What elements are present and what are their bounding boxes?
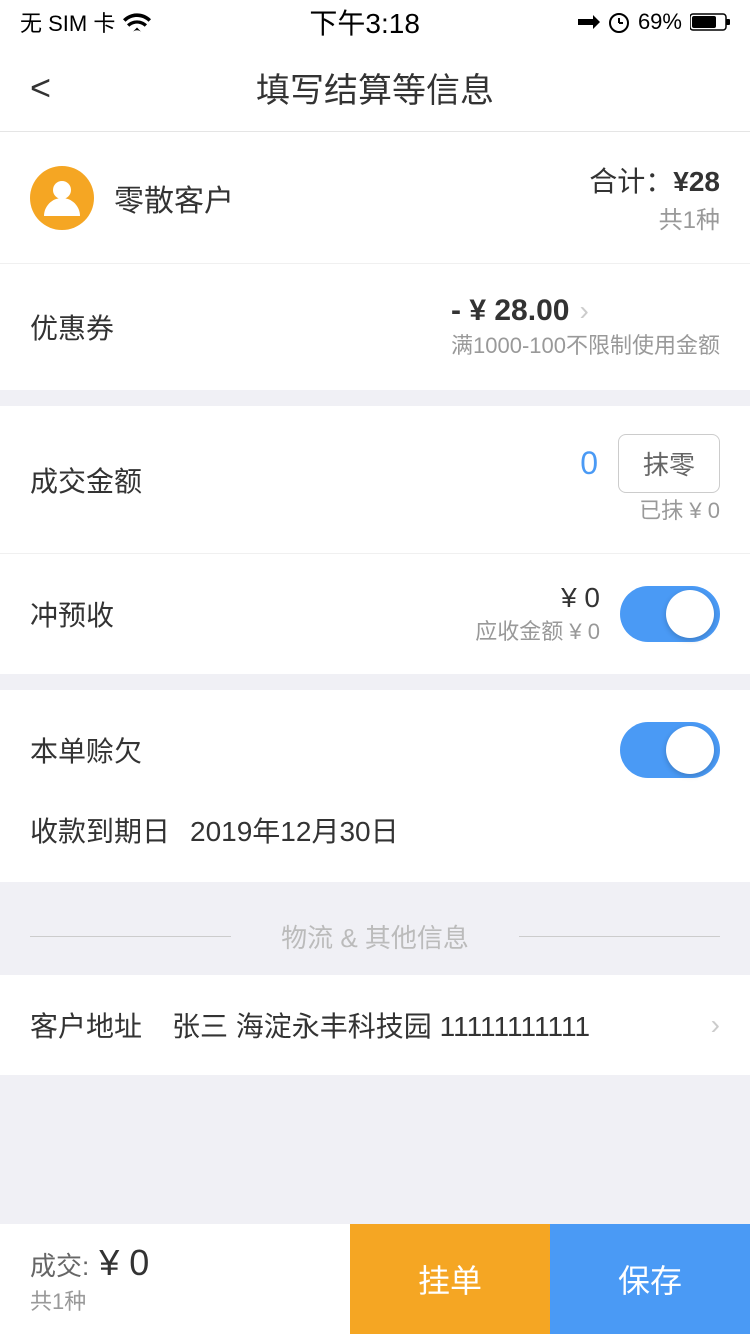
coupon-label: 优惠券 (30, 307, 114, 347)
bottom-info: 成交: ¥ 0 共1种 (0, 1242, 350, 1316)
total-count: 共1种 (589, 200, 720, 235)
offset-label: 冲预收 (30, 594, 114, 634)
alarm-icon (608, 11, 630, 33)
chevron-right-icon: › (579, 295, 588, 327)
debt-section: 本单赊欠 收款到期日 2019年12月30日 (0, 690, 750, 882)
divider-line-left (30, 936, 231, 937)
page-title: 填写结算等信息 (256, 63, 494, 112)
transaction-row: 成交金额 0 抹零 已抹 ¥ 0 (0, 406, 750, 554)
back-button[interactable]: < (30, 67, 51, 109)
customer-avatar (30, 166, 94, 230)
total-display: 合计：¥28 (589, 160, 720, 200)
toggle-knob (666, 590, 714, 638)
transaction-section: 成交金额 0 抹零 已抹 ¥ 0 冲预收 ¥ 0 应收金额 ¥ 0 (0, 406, 750, 674)
debt-toggle[interactable] (620, 722, 720, 778)
divider-line-right (519, 936, 720, 937)
logistics-divider: 物流 & 其他信息 (0, 898, 750, 975)
due-date-value: 2019年12月30日 (190, 810, 399, 850)
debt-toggle-knob (666, 726, 714, 774)
offset-sub: 应收金额 ¥ 0 (475, 614, 600, 646)
offset-row: 冲预收 ¥ 0 应收金额 ¥ 0 (0, 554, 750, 674)
save-button[interactable]: 保存 (550, 1224, 750, 1334)
offset-right: ¥ 0 应收金额 ¥ 0 (475, 582, 720, 646)
status-bar-time: 下午3:18 (309, 2, 420, 42)
person-icon (40, 176, 84, 220)
customer-section: 零散客户 合计：¥28 共1种 优惠券 - ¥ 28.00 › 满1000-10… (0, 132, 750, 390)
status-bar-right: 69% (578, 9, 730, 35)
content-area: 零散客户 合计：¥28 共1种 优惠券 - ¥ 28.00 › 满1000-10… (0, 132, 750, 1221)
logistics-label: 物流 & 其他信息 (281, 918, 469, 955)
bottom-count: 共1种 (30, 1284, 320, 1316)
bottom-bar: 成交: ¥ 0 共1种 挂单 保存 (0, 1224, 750, 1334)
debt-row: 本单赊欠 (0, 690, 750, 810)
customer-row: 零散客户 合计：¥28 共1种 (0, 132, 750, 263)
transaction-sub: 已抹 ¥ 0 (580, 493, 720, 525)
due-date-label: 收款到期日 (30, 810, 170, 850)
offset-value-col: ¥ 0 应收金额 ¥ 0 (475, 582, 600, 646)
wifi-icon (123, 11, 151, 33)
address-label: 客户地址 (30, 1005, 142, 1045)
status-bar-left: 无 SIM 卡 (20, 6, 151, 38)
customer-right: 合计：¥28 共1种 (589, 160, 720, 235)
transaction-label: 成交金额 (30, 460, 142, 500)
offset-value: ¥ 0 (475, 582, 600, 614)
bottom-deal-label: 成交: (30, 1246, 89, 1283)
battery-percent: 69% (638, 9, 682, 35)
round-zero-button[interactable]: 抹零 (618, 434, 720, 493)
address-chevron-icon: › (711, 1009, 720, 1041)
pending-button[interactable]: 挂单 (350, 1224, 550, 1334)
address-row[interactable]: 客户地址 张三 海淀永丰科技园 11111111111 › (0, 975, 750, 1075)
address-section: 客户地址 张三 海淀永丰科技园 11111111111 › (0, 975, 750, 1075)
customer-left: 零散客户 (30, 166, 234, 230)
offset-toggle[interactable] (620, 586, 720, 642)
transaction-value-area: 0 抹零 已抹 ¥ 0 (580, 434, 720, 525)
battery-icon (690, 12, 730, 32)
due-date-row: 收款到期日 2019年12月30日 (0, 810, 750, 882)
coupon-amount: - ¥ 28.00 (451, 294, 569, 328)
coupon-desc: 满1000-100不限制使用金额 (451, 328, 720, 360)
total-label: 合计： (589, 166, 673, 197)
customer-name: 零散客户 (114, 176, 234, 220)
coupon-row[interactable]: 优惠券 - ¥ 28.00 › 满1000-100不限制使用金额 (0, 263, 750, 390)
bottom-amount: ¥ 0 (99, 1242, 149, 1284)
debt-label: 本单赊欠 (30, 730, 142, 770)
coupon-info: - ¥ 28.00 › 满1000-100不限制使用金额 (451, 294, 720, 360)
sim-status: 无 SIM 卡 (20, 6, 115, 38)
transaction-value: 0 (580, 445, 598, 482)
location-icon (578, 11, 600, 33)
nav-bar: < 填写结算等信息 (0, 44, 750, 132)
status-bar: 无 SIM 卡 下午3:18 69% (0, 0, 750, 44)
address-value: 张三 海淀永丰科技园 11111111111 (172, 1005, 711, 1045)
transaction-right: 0 抹零 (580, 434, 720, 493)
total-amount: ¥28 (673, 166, 720, 197)
